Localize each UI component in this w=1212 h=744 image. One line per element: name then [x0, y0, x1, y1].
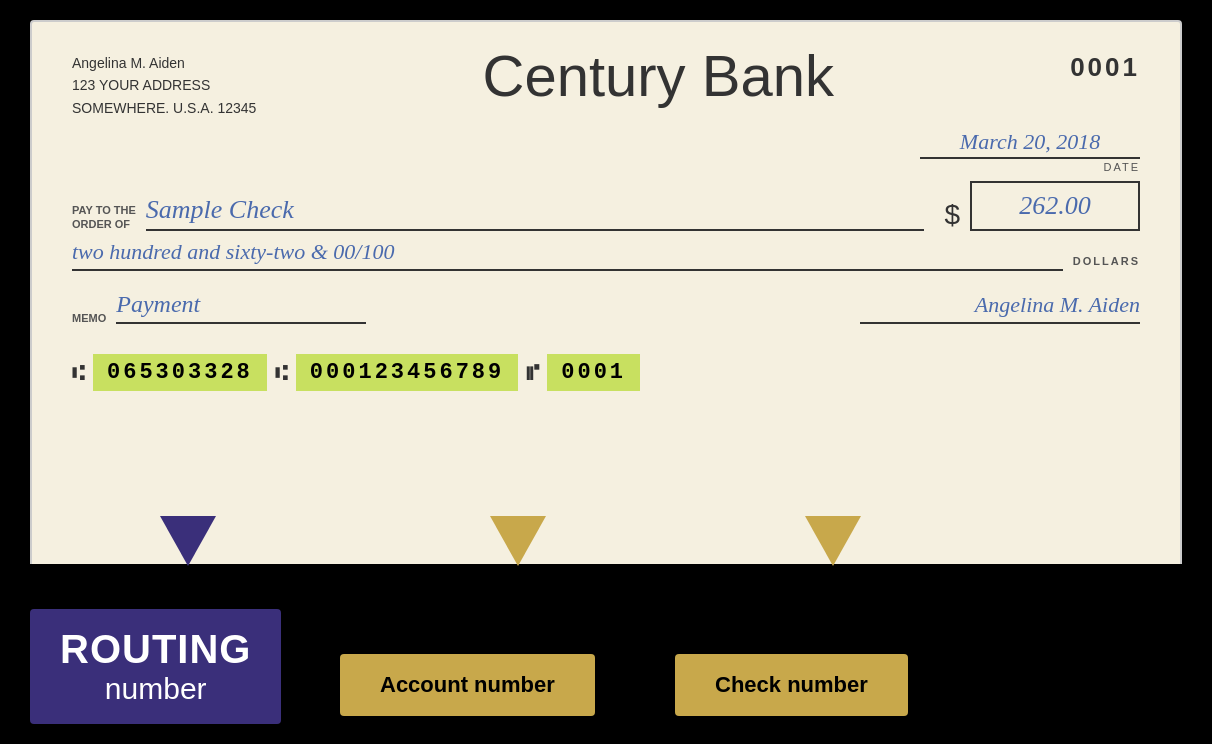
- dollars-label: DOLLARS: [1073, 255, 1140, 271]
- micr-line: ⑆ 065303328 ⑆ 000123456789 ⑈ 0001: [72, 354, 1140, 391]
- check-date: March 20, 2018: [920, 129, 1140, 159]
- memo-row: MEMO Payment Angelina M. Aiden: [72, 291, 1140, 324]
- bottom-bar: ROUTING number Account number Check numb…: [0, 564, 1212, 744]
- signature: Angelina M. Aiden: [860, 292, 1140, 324]
- address-line3: SOMEWHERE. U.S.A. 12345: [72, 100, 256, 116]
- routing-bottom-text: number: [60, 672, 251, 706]
- micr-check-number: 0001: [547, 354, 640, 391]
- account-arrow: [490, 516, 546, 566]
- pay-to-label: PAY TO THEORDER OF: [72, 203, 136, 232]
- micr-open-symbol: ⑆: [72, 360, 85, 386]
- dollar-sign: $: [944, 199, 960, 231]
- memo-label: MEMO: [72, 312, 106, 324]
- signature-area: Angelina M. Aiden: [376, 292, 1140, 324]
- account-number-label: Account number: [340, 654, 595, 716]
- amount-words: two hundred and sixty-two & 00/100: [72, 239, 1063, 271]
- micr-close-symbol: ⑆: [275, 360, 288, 386]
- check-number-arrow: [805, 516, 861, 566]
- date-row: March 20, 2018 DATE: [72, 129, 1140, 173]
- date-label: DATE: [1103, 161, 1140, 173]
- check-number-label: Check number: [675, 654, 908, 716]
- pay-to-row: PAY TO THEORDER OF Sample Check $ 262.00: [72, 181, 1140, 231]
- check-document: Angelina M. Aiden 123 YOUR ADDRESS SOMEW…: [30, 20, 1182, 584]
- amount-box: 262.00: [970, 181, 1140, 231]
- memo-value: Payment: [116, 291, 366, 324]
- routing-top-text: ROUTING: [60, 627, 251, 672]
- micr-account-number: 000123456789: [296, 354, 518, 391]
- routing-arrow: [160, 516, 216, 566]
- routing-label-box: ROUTING number: [30, 609, 281, 724]
- micr-routing-number: 065303328: [93, 354, 267, 391]
- check-address: Angelina M. Aiden 123 YOUR ADDRESS SOMEW…: [72, 52, 256, 119]
- payee-value: Sample Check: [146, 195, 925, 231]
- address-line2: 123 YOUR ADDRESS: [72, 77, 210, 93]
- check-number-top: 0001: [1060, 52, 1140, 83]
- bank-name: Century Bank: [276, 42, 1040, 109]
- micr-separator: ⑈: [526, 360, 539, 386]
- address-line1: Angelina M. Aiden: [72, 55, 185, 71]
- words-row: two hundred and sixty-two & 00/100 DOLLA…: [72, 239, 1140, 271]
